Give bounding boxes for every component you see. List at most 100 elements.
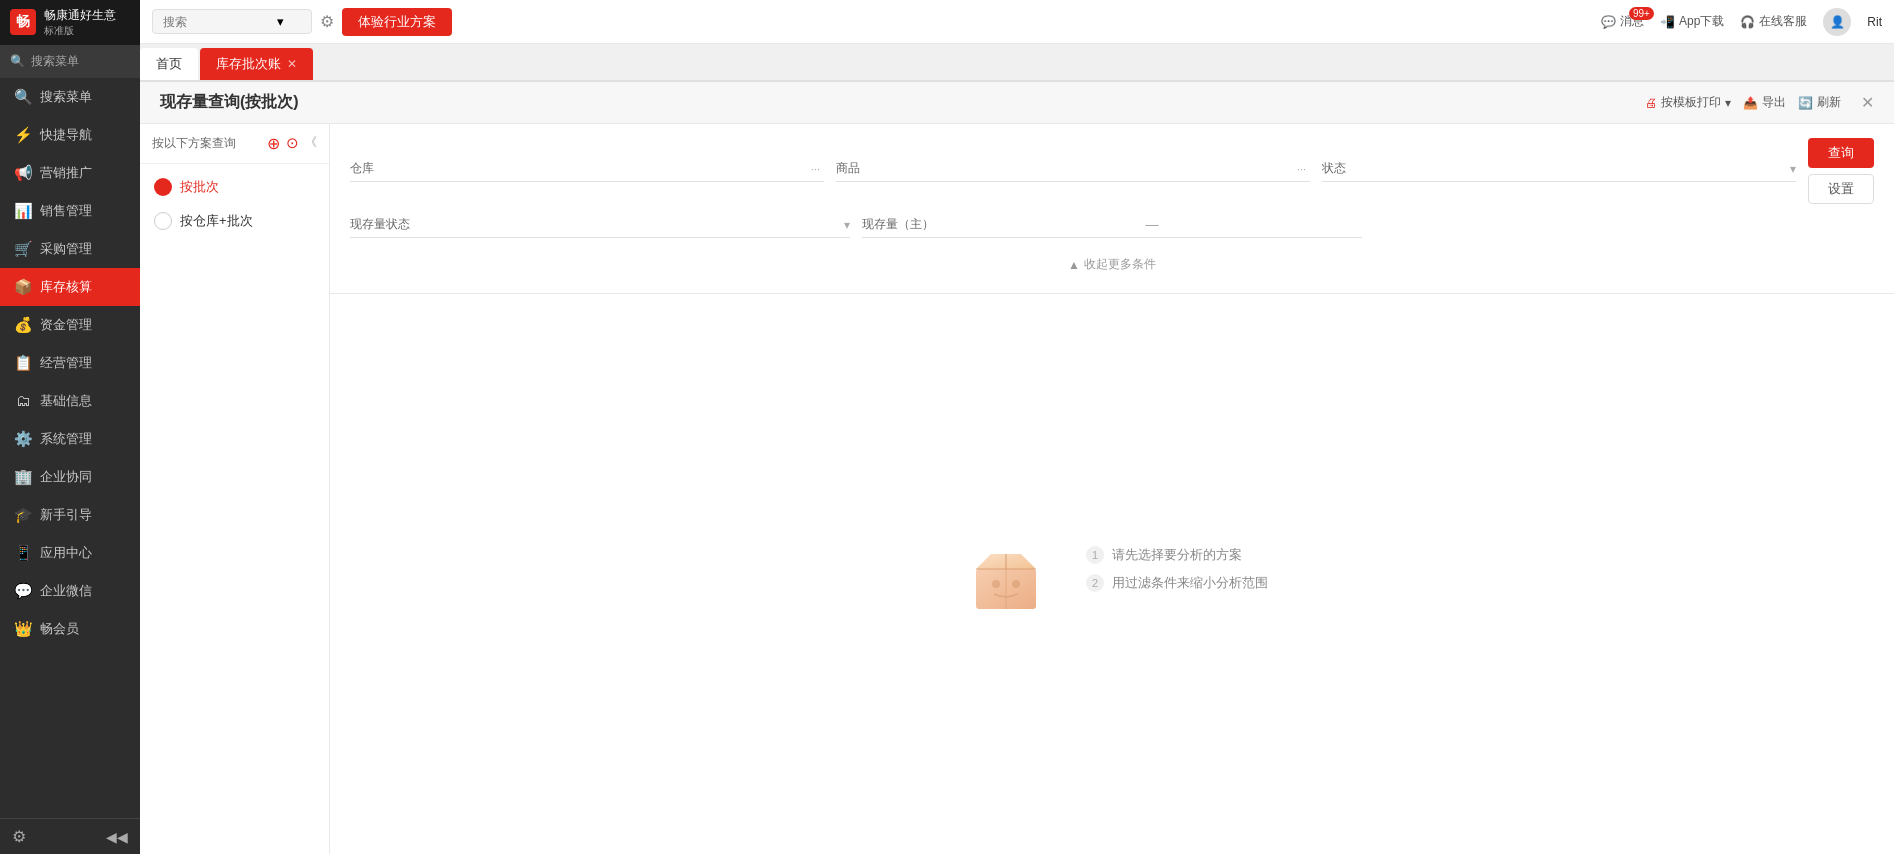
warehouse-input[interactable] <box>382 161 807 176</box>
sidebar-item-appstore[interactable]: 📱应用中心 <box>0 534 140 572</box>
stock-qty-dash: — <box>1140 217 1165 232</box>
product-more-icon[interactable]: ··· <box>1293 163 1310 175</box>
empty-illustration <box>956 524 1056 624</box>
print-dropdown-icon[interactable]: ▾ <box>1725 96 1731 110</box>
message-action[interactable]: 💬 消息 99+ <box>1601 13 1644 30</box>
sidebar-search[interactable]: 🔍 搜索菜单 <box>0 45 140 78</box>
query-btn[interactable]: 查询 <box>1808 138 1874 168</box>
warehouse-more-icon[interactable]: ··· <box>807 163 824 175</box>
svg-point-5 <box>1012 580 1020 588</box>
warehouse-label: 仓库 <box>350 160 374 177</box>
warehouse-filter: 仓库 ··· <box>350 160 824 182</box>
inventory-icon: 📦 <box>14 278 32 296</box>
empty-tip-item: 1请先选择要分析的方案 <box>1086 546 1268 564</box>
right-panel: 仓库 ··· 商品 ··· 状态 <box>330 124 1894 854</box>
topbar: ▾ ⚙ 体验行业方案 💬 消息 99+ 📲 App下载 🎧 在线客服 👤 Rit <box>140 0 1894 44</box>
tab-home[interactable]: 首页 <box>140 48 198 80</box>
plan-label: 按仓库+批次 <box>180 212 253 230</box>
search-dropdown-icon[interactable]: ▾ <box>277 14 284 29</box>
settings-icon[interactable]: ⚙ <box>12 827 26 846</box>
wechat-icon: 💬 <box>14 582 32 600</box>
sidebar-item-label: 畅会员 <box>40 620 79 638</box>
sidebar-item-basic[interactable]: 🗂基础信息 <box>0 382 140 420</box>
sidebar-item-vip[interactable]: 👑 畅会员 <box>0 610 140 648</box>
collapse-sidebar-icon[interactable]: ◀◀ <box>106 829 128 845</box>
enterprise-icon: 🏢 <box>14 468 32 486</box>
main-content: ▾ ⚙ 体验行业方案 💬 消息 99+ 📲 App下载 🎧 在线客服 👤 Rit <box>140 0 1894 854</box>
plan-list: 按批次按仓库+批次 <box>140 164 329 244</box>
sidebar-item-finance[interactable]: 💰资金管理 <box>0 306 140 344</box>
stock-status-select[interactable]: 全部 <box>418 217 844 232</box>
experience-btn[interactable]: 体验行业方案 <box>342 8 452 36</box>
status-select[interactable]: 全部 启用 禁用 <box>1354 161 1790 176</box>
stock-qty-from-input[interactable] <box>942 217 1140 232</box>
sidebar-item-quick-nav[interactable]: ⚡ 快捷导航 <box>0 116 140 154</box>
settings-gear-icon[interactable]: ⚙ <box>320 12 334 31</box>
search-icon: 🔍 <box>14 88 32 106</box>
stock-qty-to-input[interactable] <box>1165 217 1363 232</box>
sidebar-item-label: 销售管理 <box>40 202 92 220</box>
svg-point-4 <box>992 580 1000 588</box>
user-name: Rit <box>1867 15 1882 29</box>
sidebar-nav: 🔍搜索菜单 ⚡ 快捷导航 📢营销推广📊销售管理🛒采购管理📦库存核算💰资金管理📋经营管理… <box>0 78 140 818</box>
collapse-more-btn[interactable]: ▲ 收起更多条件 <box>350 250 1874 279</box>
page-title: 现存量查询(按批次) <box>160 92 299 113</box>
user-avatar[interactable]: 👤 <box>1823 8 1851 36</box>
empty-tip-item: 2用过滤条件来缩小分析范围 <box>1086 574 1268 592</box>
export-btn[interactable]: 📤 导出 <box>1743 94 1786 111</box>
sidebar-item-marketing[interactable]: 📢营销推广 <box>0 154 140 192</box>
finance-icon: 💰 <box>14 316 32 334</box>
tab-batch-account[interactable]: 库存批次账✕ <box>200 48 313 80</box>
stock-qty-filter: 现存量（主） — <box>862 216 1362 238</box>
tab-close-icon[interactable]: ✕ <box>287 57 297 71</box>
app-logo: 畅 <box>10 9 36 35</box>
sidebar-item-label: 快捷导航 <box>40 126 92 144</box>
status-label: 状态 <box>1322 160 1346 177</box>
app-name: 畅康通好生意 <box>44 8 116 24</box>
product-input[interactable] <box>868 161 1293 176</box>
left-panel-collapse-icon[interactable]: 《 <box>305 134 317 153</box>
sidebar-item-enterprise[interactable]: 🏢企业协同 <box>0 458 140 496</box>
refresh-btn[interactable]: 🔄 刷新 <box>1798 94 1841 111</box>
filter-settings-btn[interactable]: 设置 <box>1808 174 1874 204</box>
sidebar-item-newbie[interactable]: 🎓 新手引导 <box>0 496 140 534</box>
sidebar-item-search[interactable]: 🔍搜索菜单 <box>0 78 140 116</box>
topbar-search-box[interactable]: ▾ <box>152 9 312 34</box>
tip-text: 请先选择要分析的方案 <box>1112 546 1242 564</box>
app-edition: 标准版 <box>44 24 116 37</box>
online-service-icon: 🎧 <box>1740 15 1755 29</box>
topbar-search-input[interactable] <box>163 15 273 29</box>
sidebar-item-operation[interactable]: 📋经营管理 <box>0 344 140 382</box>
print-btn[interactable]: 🖨 按模板打印 ▾ <box>1645 94 1731 111</box>
sidebar-item-label: 新手引导 <box>40 506 92 524</box>
plan-item-by-batch[interactable]: 按批次 <box>140 170 329 204</box>
body-layout: 按以下方案查询 ⊕ ⊙ 《 按批次按仓库+批次 仓库 <box>140 124 1894 854</box>
sidebar-item-inventory[interactable]: 📦库存核算 <box>0 268 140 306</box>
app-download-icon: 📲 <box>1660 15 1675 29</box>
tip-text: 用过滤条件来缩小分析范围 <box>1112 574 1268 592</box>
page-header: 现存量查询(按批次) 🖨 按模板打印 ▾ 📤 导出 🔄 刷新 ✕ <box>140 82 1894 124</box>
online-service-action[interactable]: 🎧 在线客服 <box>1740 13 1807 30</box>
add-plan-icon[interactable]: ⊕ <box>267 134 280 153</box>
by-batch-icon <box>154 178 172 196</box>
sidebar-header: 畅 畅康通好生意 标准版 <box>0 0 140 45</box>
sidebar-item-sales[interactable]: 📊销售管理 <box>0 192 140 230</box>
quick-nav-icon: ⚡ <box>14 126 32 144</box>
vip-icon: 👑 <box>14 620 32 638</box>
refresh-icon: 🔄 <box>1798 96 1813 110</box>
sidebar-item-label: 经营管理 <box>40 354 92 372</box>
sidebar-item-purchase[interactable]: 🛒采购管理 <box>0 230 140 268</box>
sidebar-item-system[interactable]: ⚙️系统管理 <box>0 420 140 458</box>
plan-item-by-warehouse-batch[interactable]: 按仓库+批次 <box>140 204 329 238</box>
sidebar-footer: ⚙ ◀◀ <box>0 818 140 854</box>
newbie-icon: 🎓 <box>14 506 32 524</box>
avatar-icon: 👤 <box>1830 15 1845 29</box>
sidebar-item-wechat[interactable]: 💬 企业微信 <box>0 572 140 610</box>
collapse-more-label: 收起更多条件 <box>1084 256 1156 273</box>
sidebar-item-label: 企业微信 <box>40 582 92 600</box>
close-page-icon[interactable]: ✕ <box>1861 93 1874 112</box>
plan-settings-icon[interactable]: ⊙ <box>286 134 299 153</box>
message-badge: 99+ <box>1629 7 1654 20</box>
app-download-action[interactable]: 📲 App下载 <box>1660 13 1724 30</box>
stock-qty-label: 现存量（主） <box>862 216 934 233</box>
